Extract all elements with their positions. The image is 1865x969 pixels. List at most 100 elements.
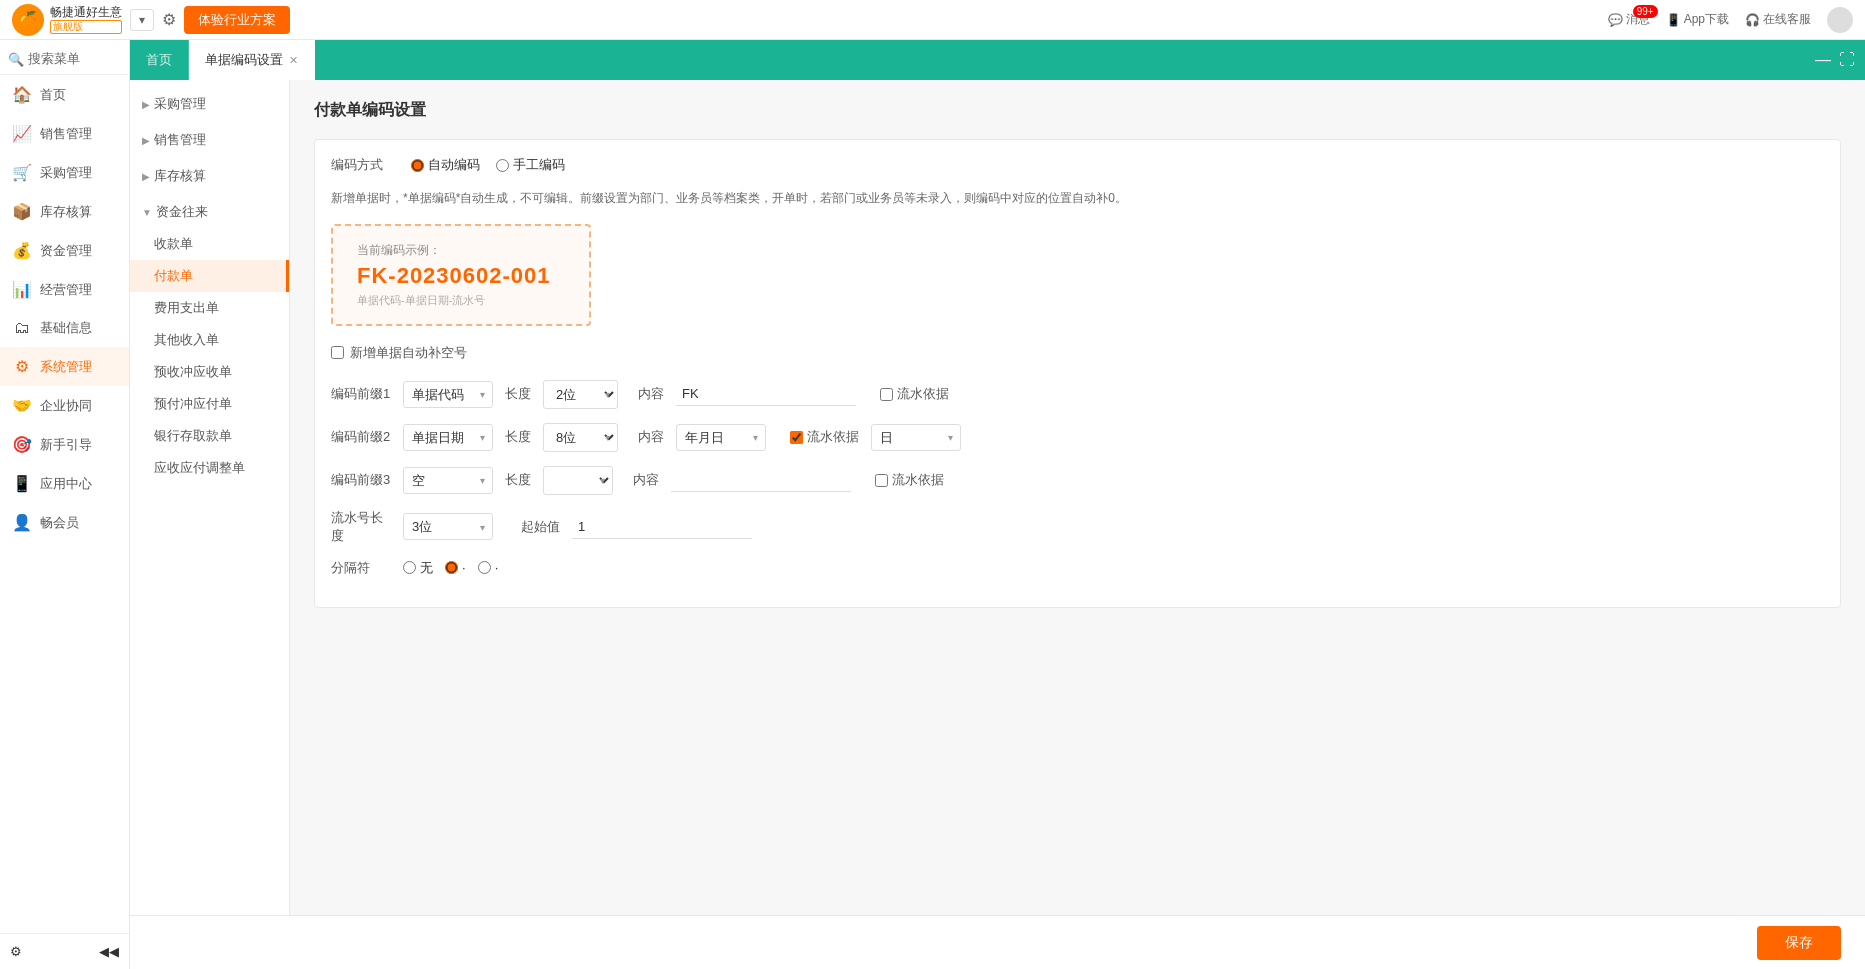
serial-length-select-wrapper: 3位 bbox=[403, 513, 493, 540]
length-2-select[interactable]: 8位 bbox=[543, 423, 618, 452]
start-value-input[interactable] bbox=[572, 515, 752, 539]
serial-1-checkbox[interactable] bbox=[880, 388, 893, 401]
sidebar-item-guide[interactable]: 🎯 新手引导 bbox=[0, 425, 129, 464]
sidebar-item-inventory[interactable]: 📦 库存核算 bbox=[0, 192, 129, 231]
system-icon: ⚙ bbox=[12, 357, 32, 376]
sidebar-item-finance[interactable]: 💰 资金管理 bbox=[0, 231, 129, 270]
serial-unit-select-wrapper: 日 bbox=[871, 424, 961, 451]
subnav-item-other-income[interactable]: 其他收入单 bbox=[130, 324, 289, 356]
separator-dot2-option[interactable]: · bbox=[478, 560, 499, 575]
auto-fill-checkbox[interactable] bbox=[331, 346, 344, 359]
sidebar-item-members[interactable]: 👤 畅会员 bbox=[0, 503, 129, 542]
manual-encoding-option[interactable]: 手工编码 bbox=[496, 156, 565, 174]
content-1-input[interactable] bbox=[676, 382, 856, 406]
sidebar-item-enterprise[interactable]: 🤝 企业协同 bbox=[0, 386, 129, 425]
content-3-label: 内容 bbox=[633, 471, 659, 489]
serial-3-checkbox-label[interactable]: 流水依据 bbox=[875, 471, 944, 489]
subnav-item-bank-deposit[interactable]: 银行存取款单 bbox=[130, 420, 289, 452]
guide-icon: 🎯 bbox=[12, 435, 32, 454]
purchase-icon: 🛒 bbox=[12, 163, 32, 182]
trial-button[interactable]: 体验行业方案 bbox=[184, 6, 290, 34]
workspace-dropdown[interactable]: ▾ bbox=[130, 9, 154, 31]
length-1-select-wrapper: 2位 bbox=[543, 380, 618, 409]
subnav-item-advance-payable[interactable]: 预付冲应付单 bbox=[130, 388, 289, 420]
separator-none-radio[interactable] bbox=[403, 561, 416, 574]
minimize-icon[interactable]: — bbox=[1815, 51, 1831, 69]
settings-gear-icon[interactable]: ⚙ bbox=[162, 10, 176, 29]
preview-label: 当前编码示例： bbox=[357, 242, 565, 259]
expand-icon[interactable]: ⛶ bbox=[1839, 51, 1855, 69]
preview-box: 当前编码示例： FK-20230602-001 单据代码-单据日期-流水号 bbox=[331, 224, 591, 326]
subnav-group-funds: ▼ 资金往来 收款单 付款单 费用支出单 其他收入单 预收冲应收单 预付冲应付单… bbox=[130, 196, 289, 484]
search-menu[interactable]: 🔍 搜索菜单 bbox=[0, 40, 129, 75]
subnav-item-advance-receivable[interactable]: 预收冲应收单 bbox=[130, 356, 289, 388]
content-2-select[interactable]: 年月日 bbox=[676, 424, 766, 451]
length-2-select-wrapper: 8位 bbox=[543, 423, 618, 452]
app-download-icon: 📱 bbox=[1666, 13, 1681, 27]
subnav-header-inventory[interactable]: ▶ 库存核算 bbox=[130, 160, 289, 192]
serial-unit-select[interactable]: 日 bbox=[871, 424, 961, 451]
separator-dot-option[interactable]: · bbox=[445, 560, 466, 575]
subnav-item-adjustment[interactable]: 应收应付调整单 bbox=[130, 452, 289, 484]
serial-1-checkbox-label[interactable]: 流水依据 bbox=[880, 385, 949, 403]
settings-bottom-icon[interactable]: ⚙ bbox=[10, 944, 22, 959]
logo-text: 畅捷通好生意 旗舰版 bbox=[50, 5, 122, 33]
subnav-item-payment[interactable]: 付款单 bbox=[130, 260, 289, 292]
tab-home[interactable]: 首页 bbox=[130, 40, 189, 80]
prefix-2-select[interactable]: 单据日期 bbox=[403, 424, 493, 451]
basics-icon: 🗂 bbox=[12, 319, 32, 337]
search-icon: 🔍 bbox=[8, 52, 24, 67]
encoding-settings-card: 编码方式 自动编码 手工编码 bbox=[314, 139, 1841, 608]
content-area: 首页 单据编码设置 ✕ — ⛶ ▶ 采购管理 bbox=[130, 40, 1865, 969]
app-download-item[interactable]: 📱 App下载 bbox=[1666, 11, 1729, 28]
top-bar-controls: ▾ ⚙ 体验行业方案 bbox=[130, 6, 290, 34]
save-button[interactable]: 保存 bbox=[1757, 926, 1841, 960]
tab-close-icon[interactable]: ✕ bbox=[289, 54, 298, 67]
sidebar-item-basics[interactable]: 🗂 基础信息 bbox=[0, 309, 129, 347]
subnav-item-expense[interactable]: 费用支出单 bbox=[130, 292, 289, 324]
prefix-1-select[interactable]: 单据代码 bbox=[403, 381, 493, 408]
subnav-item-receipt[interactable]: 收款单 bbox=[130, 228, 289, 260]
auto-encoding-option[interactable]: 自动编码 bbox=[411, 156, 480, 174]
sales-icon: 📈 bbox=[12, 124, 32, 143]
separator-none-option[interactable]: 无 bbox=[403, 559, 433, 577]
page-content: 付款单编码设置 编码方式 自动编码 手工编码 bbox=[290, 80, 1865, 915]
sidebar-item-operations[interactable]: 📊 经营管理 bbox=[0, 270, 129, 309]
collapse-icon[interactable]: ◀◀ bbox=[99, 944, 119, 959]
message-item[interactable]: 💬 消息 99+ bbox=[1608, 11, 1650, 28]
subnav-header-purchase[interactable]: ▶ 采购管理 bbox=[130, 88, 289, 120]
auto-encoding-radio[interactable] bbox=[411, 159, 424, 172]
sidebar-item-home[interactable]: 🏠 首页 bbox=[0, 75, 129, 114]
length-3-select[interactable] bbox=[543, 466, 613, 495]
serial-3-checkbox[interactable] bbox=[875, 474, 888, 487]
length-1-select[interactable]: 2位 bbox=[543, 380, 618, 409]
serial-length-select[interactable]: 3位 bbox=[403, 513, 493, 540]
prefix-1-label: 编码前缀1 bbox=[331, 385, 391, 403]
tab-encoding-settings[interactable]: 单据编码设置 ✕ bbox=[189, 40, 315, 80]
sidebar-item-sales[interactable]: 📈 销售管理 bbox=[0, 114, 129, 153]
prefix-2-label: 编码前缀2 bbox=[331, 428, 391, 446]
subnav-header-funds[interactable]: ▼ 资金往来 bbox=[130, 196, 289, 228]
separator-dot-radio[interactable] bbox=[445, 561, 458, 574]
serial-2-checkbox-label[interactable]: 流水依据 bbox=[790, 428, 859, 446]
manual-encoding-radio[interactable] bbox=[496, 159, 509, 172]
online-service-item[interactable]: 🎧 在线客服 bbox=[1745, 11, 1811, 28]
sidebar-item-apps[interactable]: 📱 应用中心 bbox=[0, 464, 129, 503]
subnav-header-sales[interactable]: ▶ 销售管理 bbox=[130, 124, 289, 156]
sidebar-item-purchase[interactable]: 🛒 采购管理 bbox=[0, 153, 129, 192]
hint-text: 新增单据时，*单据编码*自动生成，不可编辑。前缀设置为部门、业务员等档案类，开单… bbox=[331, 188, 1824, 210]
top-bar-left: 🍊 畅捷通好生意 旗舰版 ▾ ⚙ 体验行业方案 bbox=[12, 4, 290, 36]
prefix-3-select[interactable]: 空 bbox=[403, 467, 493, 494]
content-3-input[interactable] bbox=[671, 468, 851, 492]
operations-icon: 📊 bbox=[12, 280, 32, 299]
separator-dot2-radio[interactable] bbox=[478, 561, 491, 574]
avatar[interactable] bbox=[1827, 7, 1853, 33]
content-1-label: 内容 bbox=[638, 385, 664, 403]
separator-label: 分隔符 bbox=[331, 559, 391, 577]
preview-code: FK-20230602-001 bbox=[357, 263, 565, 289]
sidebar-item-system[interactable]: ⚙ 系统管理 bbox=[0, 347, 129, 386]
encoding-type-row: 编码方式 自动编码 手工编码 bbox=[331, 156, 1824, 174]
finance-icon: 💰 bbox=[12, 241, 32, 260]
serial-2-checkbox[interactable] bbox=[790, 431, 803, 444]
prefix-row-3: 编码前缀3 空 长度 内容 bbox=[331, 466, 1824, 495]
